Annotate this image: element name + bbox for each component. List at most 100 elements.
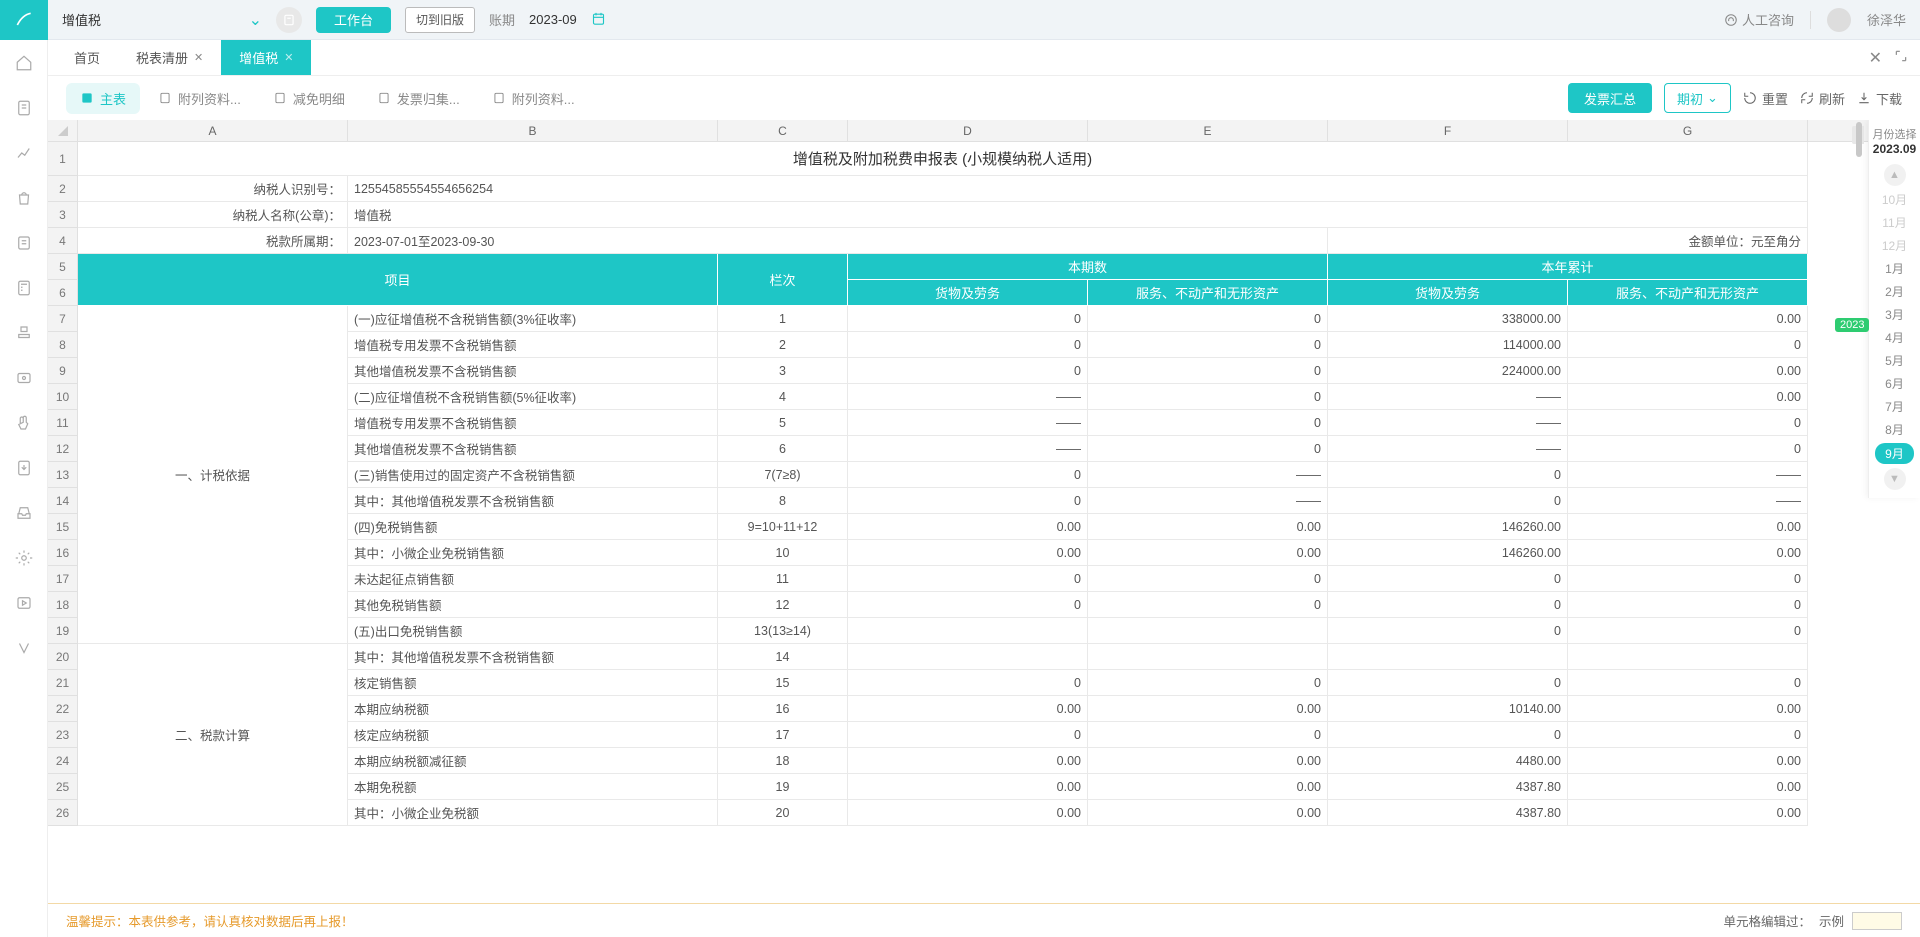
value-cell[interactable]: 0 (1568, 436, 1808, 462)
nav-calc-icon[interactable] (0, 265, 48, 310)
col-cell[interactable]: 4 (718, 384, 848, 410)
refresh-button[interactable]: 刷新 (1800, 89, 1845, 108)
item-cell[interactable]: 本期应纳税额减征额 (348, 748, 718, 774)
row-header[interactable]: 21 (48, 670, 78, 696)
note-icon[interactable] (276, 7, 302, 33)
value-cell[interactable]: —— (1088, 462, 1328, 488)
row-header[interactable]: 26 (48, 800, 78, 826)
row-header[interactable]: 11 (48, 410, 78, 436)
value-cell[interactable]: 0.00 (1568, 306, 1808, 332)
nav-hand-icon[interactable] (0, 400, 48, 445)
nav-stamp-icon[interactable] (0, 310, 48, 355)
nav-bag-icon[interactable] (0, 175, 48, 220)
month-next-button[interactable]: ▼ (1884, 468, 1906, 490)
value-cell[interactable]: 10140.00 (1328, 696, 1568, 722)
row-header[interactable]: 8 (48, 332, 78, 358)
row-header[interactable]: 17 (48, 566, 78, 592)
col-cell[interactable]: 17 (718, 722, 848, 748)
col-cell[interactable]: 10 (718, 540, 848, 566)
download-button[interactable]: 下载 (1857, 89, 1902, 108)
value-cell[interactable]: 0 (1568, 410, 1808, 436)
value-cell[interactable]: 0 (1568, 332, 1808, 358)
select-all-corner[interactable] (48, 120, 78, 141)
value-cell[interactable]: 0.00 (1088, 774, 1328, 800)
value-cell[interactable]: 0 (1088, 566, 1328, 592)
item-cell[interactable]: 其中：其他增值税发票不含税销售额 (348, 644, 718, 670)
value-cell[interactable]: 0.00 (1568, 540, 1808, 566)
value-cell[interactable]: 0.00 (848, 696, 1088, 722)
row-header[interactable]: 5 (48, 254, 78, 280)
month-option[interactable]: 4月 (1869, 326, 1920, 349)
value-cell[interactable]: 338000.00 (1328, 306, 1568, 332)
row-header[interactable]: 9 (48, 358, 78, 384)
scroll-thumb[interactable] (1856, 122, 1862, 157)
col-cell[interactable]: 6 (718, 436, 848, 462)
row-header[interactable]: 25 (48, 774, 78, 800)
col-header-B[interactable]: B (348, 120, 718, 141)
row-header[interactable]: 3 (48, 202, 78, 228)
month-option[interactable]: 11月 (1869, 211, 1920, 234)
month-option[interactable]: 3月 (1869, 303, 1920, 326)
nav-v-icon[interactable] (0, 625, 48, 670)
nav-video-icon[interactable] (0, 580, 48, 625)
item-cell[interactable]: 其他增值税发票不含税销售额 (348, 436, 718, 462)
value-cell[interactable]: 0.00 (848, 774, 1088, 800)
support-link[interactable]: 人工咨询 (1724, 10, 1794, 29)
item-cell[interactable]: 增值税专用发票不含税销售额 (348, 332, 718, 358)
value-cell[interactable]: —— (848, 410, 1088, 436)
value-cell[interactable]: 4387.80 (1328, 800, 1568, 826)
row-header[interactable]: 13 (48, 462, 78, 488)
value-cell[interactable]: 0.00 (1568, 514, 1808, 540)
nav-export-icon[interactable] (0, 445, 48, 490)
row-header[interactable]: 14 (48, 488, 78, 514)
value-cell[interactable]: 0 (1088, 384, 1328, 410)
item-cell[interactable]: (五)出口免税销售额 (348, 618, 718, 644)
value-cell[interactable]: 0 (1328, 670, 1568, 696)
period-init-button[interactable]: 期初⌄ (1664, 83, 1731, 113)
value-cell[interactable]: 0 (1088, 670, 1328, 696)
value-cell[interactable] (1568, 644, 1808, 670)
value-cell[interactable]: 0 (1328, 462, 1568, 488)
nav-list-icon[interactable] (0, 220, 48, 265)
value-cell[interactable]: 0 (848, 592, 1088, 618)
row-header[interactable]: 23 (48, 722, 78, 748)
value-cell[interactable]: 0 (1568, 566, 1808, 592)
value-cell[interactable]: 0.00 (1088, 514, 1328, 540)
value-cell[interactable]: —— (1328, 410, 1568, 436)
col-cell[interactable]: 11 (718, 566, 848, 592)
item-cell[interactable]: (四)免税销售额 (348, 514, 718, 540)
value-cell[interactable] (848, 644, 1088, 670)
value-cell[interactable]: —— (848, 384, 1088, 410)
value-cell[interactable]: —— (1088, 488, 1328, 514)
value-cell[interactable]: —— (1328, 384, 1568, 410)
col-cell[interactable]: 12 (718, 592, 848, 618)
col-cell[interactable]: 8 (718, 488, 848, 514)
nav-doc-icon[interactable] (0, 85, 48, 130)
nav-chart-icon[interactable] (0, 130, 48, 175)
value-cell[interactable]: 0.00 (848, 540, 1088, 566)
value-cell[interactable]: 0.00 (1088, 540, 1328, 566)
col-header-C[interactable]: C (718, 120, 848, 141)
item-cell[interactable]: 核定应纳税额 (348, 722, 718, 748)
value-cell[interactable]: 0 (848, 488, 1088, 514)
month-option[interactable]: 12月 (1869, 234, 1920, 257)
col-cell[interactable]: 13(13≥14) (718, 618, 848, 644)
value-cell[interactable]: 0 (1088, 722, 1328, 748)
row-header[interactable]: 2 (48, 176, 78, 202)
row-header[interactable]: 16 (48, 540, 78, 566)
value-cell[interactable]: 0 (1328, 722, 1568, 748)
row-header[interactable]: 19 (48, 618, 78, 644)
value-cell[interactable]: —— (1568, 462, 1808, 488)
close-icon[interactable]: ✕ (1869, 48, 1882, 68)
col-cell[interactable]: 19 (718, 774, 848, 800)
item-cell[interactable]: 其中：小微企业免税额 (348, 800, 718, 826)
value-cell[interactable]: 0.00 (1088, 696, 1328, 722)
tab-2[interactable]: 增值税✕ (221, 40, 311, 75)
row-header[interactable]: 20 (48, 644, 78, 670)
col-cell[interactable]: 20 (718, 800, 848, 826)
avatar[interactable] (1827, 8, 1851, 32)
value-cell[interactable]: 146260.00 (1328, 514, 1568, 540)
month-option[interactable]: 2月 (1869, 280, 1920, 303)
value-cell[interactable] (1088, 644, 1328, 670)
expand-icon[interactable] (1894, 49, 1908, 66)
